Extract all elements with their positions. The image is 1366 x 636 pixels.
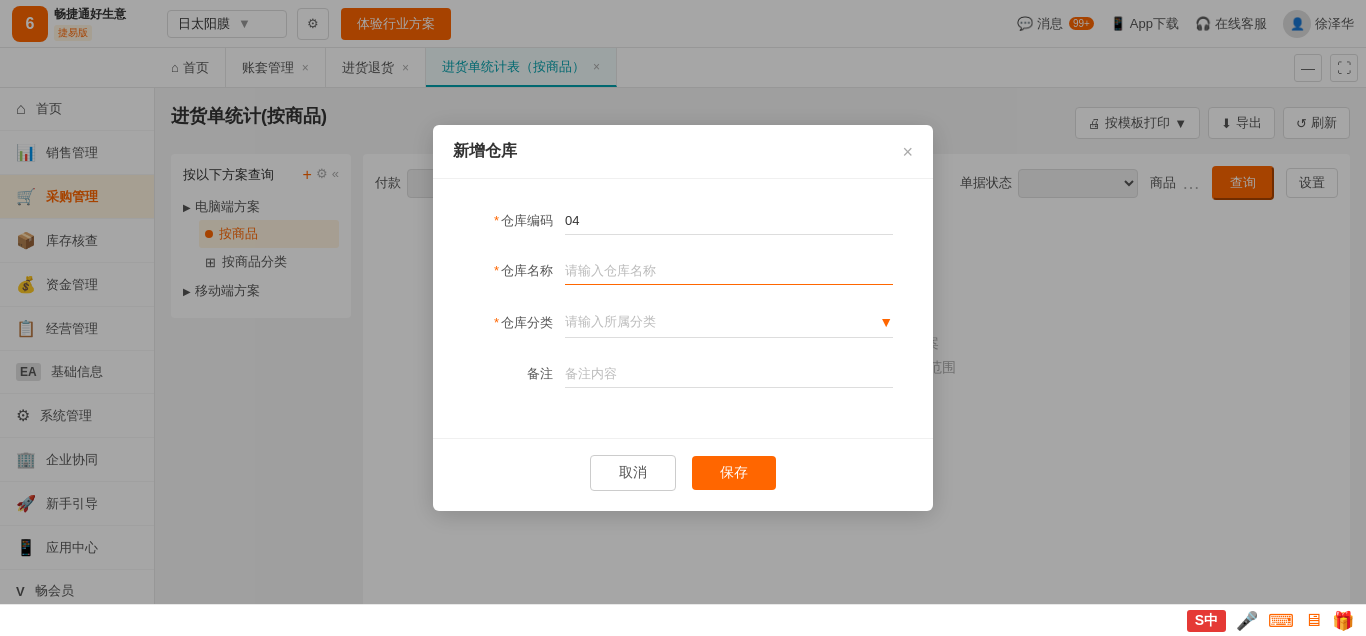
category-label: *仓库分类 xyxy=(473,314,553,332)
name-label: *仓库名称 xyxy=(473,262,553,280)
cancel-button[interactable]: 取消 xyxy=(590,455,676,491)
warehouse-note-input[interactable] xyxy=(565,360,893,388)
select-arrow-icon: ▼ xyxy=(879,314,893,330)
dialog-body: *仓库编码 *仓库名称 *仓库分类 请输入所属分类 ▼ xyxy=(433,179,933,438)
note-label: 备注 xyxy=(473,365,553,383)
dialog-close-button[interactable]: × xyxy=(902,143,913,161)
keyboard-icon[interactable]: ⌨ xyxy=(1268,610,1294,632)
dialog-header: 新增仓库 × xyxy=(433,125,933,179)
dialog-footer: 取消 保存 xyxy=(433,438,933,511)
warehouse-name-input[interactable] xyxy=(565,257,893,285)
warehouse-name-row: *仓库名称 xyxy=(473,257,893,285)
warehouse-note-row: 备注 xyxy=(473,360,893,388)
warehouse-category-row: *仓库分类 请输入所属分类 ▼ xyxy=(473,307,893,338)
mic-icon[interactable]: 🎤 xyxy=(1236,610,1258,632)
add-warehouse-dialog: 新增仓库 × *仓库编码 *仓库名称 *仓库分类 xyxy=(433,125,933,511)
save-button[interactable]: 保存 xyxy=(692,456,776,490)
brand-label: S中 xyxy=(1187,610,1226,632)
warehouse-code-input[interactable] xyxy=(565,207,893,235)
gift-icon[interactable]: 🎁 xyxy=(1332,610,1354,632)
monitor-icon[interactable]: 🖥 xyxy=(1304,610,1322,631)
dialog-title: 新增仓库 xyxy=(453,141,517,162)
code-label: *仓库编码 xyxy=(473,212,553,230)
status-bar: S中 🎤 ⌨ 🖥 🎁 xyxy=(0,604,1366,636)
modal-overlay: 新增仓库 × *仓库编码 *仓库名称 *仓库分类 xyxy=(0,0,1366,636)
warehouse-category-select[interactable]: 请输入所属分类 ▼ xyxy=(565,307,893,338)
warehouse-code-row: *仓库编码 xyxy=(473,207,893,235)
